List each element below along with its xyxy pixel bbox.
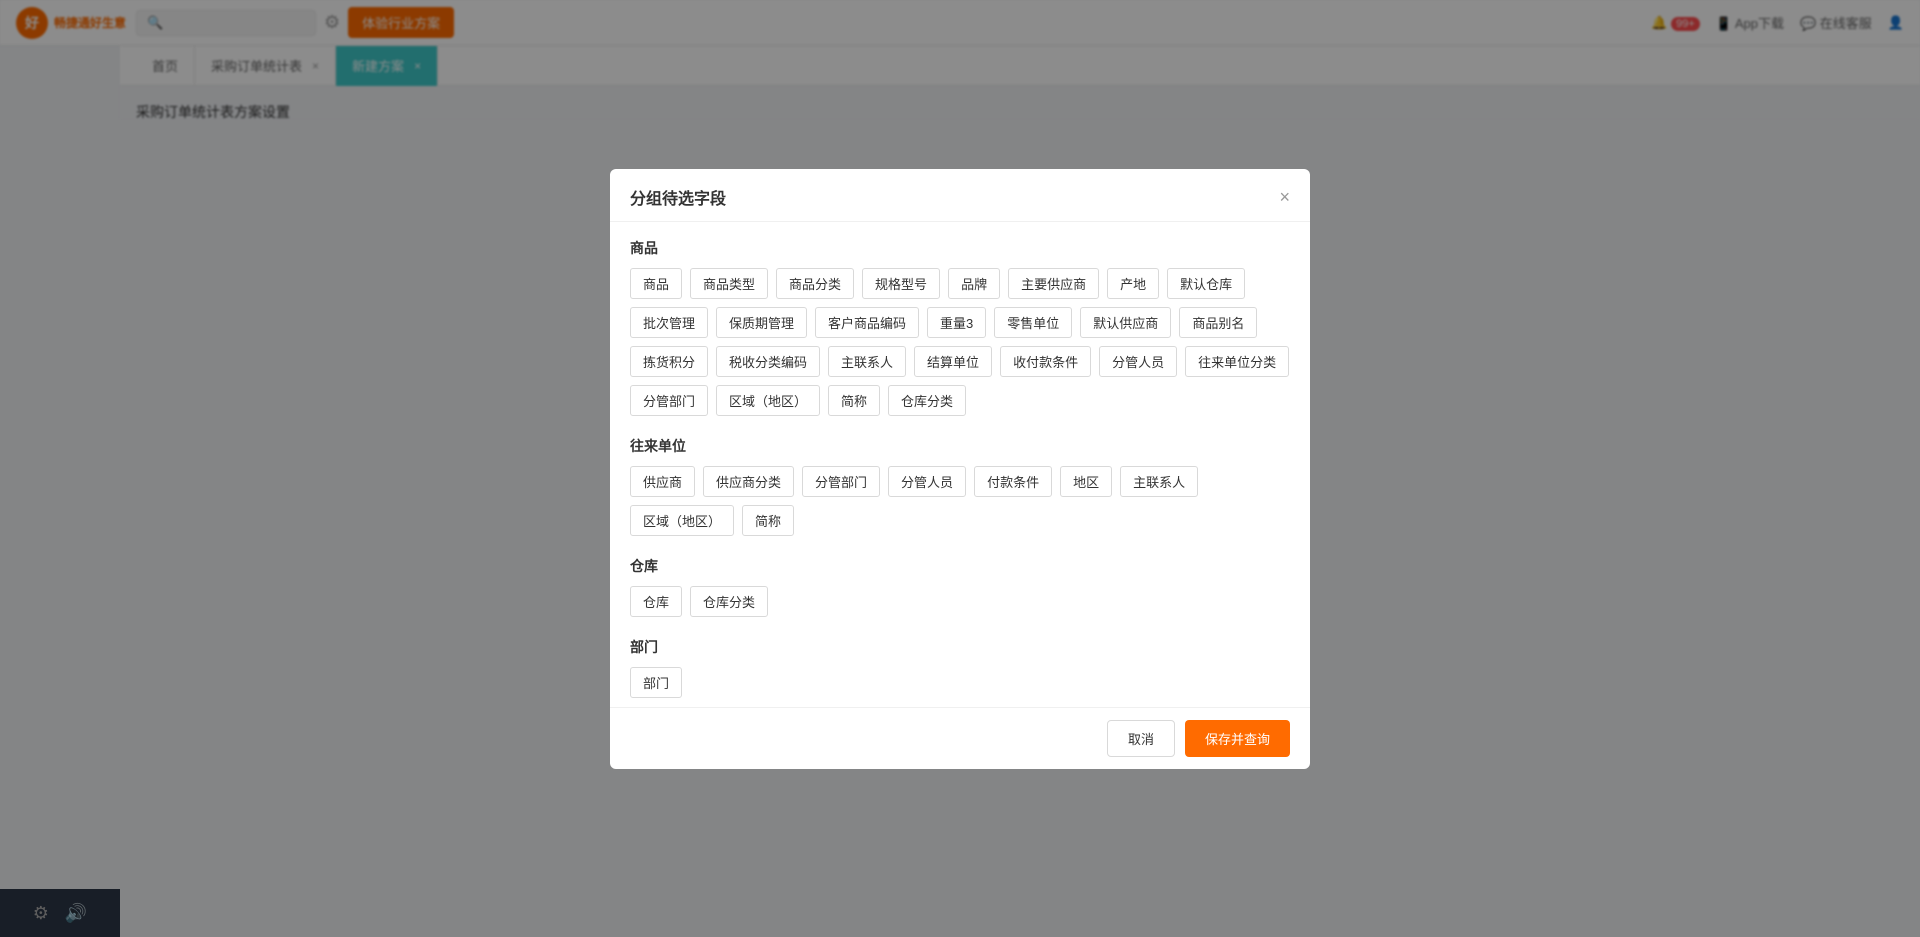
section-warehouse-fields: 仓库 仓库分类: [630, 586, 1290, 617]
field-short-name[interactable]: 简称: [828, 385, 880, 416]
field-brand[interactable]: 品牌: [948, 268, 1000, 299]
field-shelf-life[interactable]: 保质期管理: [716, 307, 807, 338]
section-goods: 商品 商品 商品类型 商品分类 规格型号 品牌 主要供应商 产地 默认仓库 批次…: [630, 238, 1290, 416]
field-payment-terms2[interactable]: 付款条件: [974, 466, 1052, 497]
field-pick-points[interactable]: 拣货积分: [630, 346, 708, 377]
field-main-contact2[interactable]: 主联系人: [1120, 466, 1198, 497]
field-supervisor2[interactable]: 分管人员: [888, 466, 966, 497]
field-partner-category[interactable]: 往来单位分类: [1185, 346, 1289, 377]
field-warehouse-cat[interactable]: 仓库分类: [888, 385, 966, 416]
field-default-supplier[interactable]: 默认供应商: [1080, 307, 1171, 338]
field-goods[interactable]: 商品: [630, 268, 682, 299]
field-goods-category[interactable]: 商品分类: [776, 268, 854, 299]
field-dept[interactable]: 部门: [630, 667, 682, 698]
field-supplier-cat[interactable]: 供应商分类: [703, 466, 794, 497]
field-supplier[interactable]: 供应商: [630, 466, 695, 497]
section-goods-fields: 商品 商品类型 商品分类 规格型号 品牌 主要供应商 产地 默认仓库 批次管理 …: [630, 268, 1290, 416]
field-customer-code[interactable]: 客户商品编码: [815, 307, 919, 338]
modal-header: 分组待选字段 ×: [610, 169, 1310, 222]
field-region-goods[interactable]: 区域（地区）: [716, 385, 820, 416]
field-supervisor[interactable]: 分管人员: [1099, 346, 1177, 377]
cancel-button[interactable]: 取消: [1107, 720, 1175, 757]
modal-body[interactable]: 商品 商品 商品类型 商品分类 规格型号 品牌 主要供应商 产地 默认仓库 批次…: [610, 222, 1310, 707]
field-goods-type[interactable]: 商品类型: [690, 268, 768, 299]
modal-footer: 取消 保存并查询: [610, 707, 1310, 769]
section-partners-fields: 供应商 供应商分类 分管部门 分管人员 付款条件 地区 主联系人 区域（地区） …: [630, 466, 1290, 536]
section-partners-title: 往来单位: [630, 436, 1290, 456]
field-origin[interactable]: 产地: [1107, 268, 1159, 299]
field-selection-modal: 分组待选字段 × 商品 商品 商品类型 商品分类 规格型号 品牌 主要供应商 产…: [610, 169, 1310, 769]
field-main-supplier[interactable]: 主要供应商: [1008, 268, 1099, 299]
field-settlement-unit[interactable]: 结算单位: [914, 346, 992, 377]
section-dept-title: 部门: [630, 637, 1290, 657]
section-dept: 部门 部门: [630, 637, 1290, 698]
field-warehouse[interactable]: 仓库: [630, 586, 682, 617]
modal-overlay: 分组待选字段 × 商品 商品 商品类型 商品分类 规格型号 品牌 主要供应商 产…: [0, 0, 1920, 937]
field-dept-manage2[interactable]: 分管部门: [802, 466, 880, 497]
modal-title: 分组待选字段: [630, 185, 726, 209]
field-short-name2[interactable]: 简称: [742, 505, 794, 536]
section-warehouse-title: 仓库: [630, 556, 1290, 576]
section-goods-title: 商品: [630, 238, 1290, 258]
field-main-contact[interactable]: 主联系人: [828, 346, 906, 377]
field-region-area2[interactable]: 区域（地区）: [630, 505, 734, 536]
field-tax-code[interactable]: 税收分类编码: [716, 346, 820, 377]
field-goods-alias[interactable]: 商品别名: [1179, 307, 1257, 338]
field-spec-model[interactable]: 规格型号: [862, 268, 940, 299]
field-warehouse-category[interactable]: 仓库分类: [690, 586, 768, 617]
modal-close-button[interactable]: ×: [1279, 188, 1290, 206]
field-default-warehouse[interactable]: 默认仓库: [1167, 268, 1245, 299]
confirm-button[interactable]: 保存并查询: [1185, 720, 1290, 757]
section-dept-fields: 部门: [630, 667, 1290, 698]
section-partners: 往来单位 供应商 供应商分类 分管部门 分管人员 付款条件 地区 主联系人 区域…: [630, 436, 1290, 536]
field-payment-terms[interactable]: 收付款条件: [1000, 346, 1091, 377]
field-batch-manage[interactable]: 批次管理: [630, 307, 708, 338]
section-warehouse: 仓库 仓库 仓库分类: [630, 556, 1290, 617]
field-region2[interactable]: 地区: [1060, 466, 1112, 497]
field-retail-unit[interactable]: 零售单位: [994, 307, 1072, 338]
field-weight[interactable]: 重量3: [927, 307, 986, 338]
field-dept-manage[interactable]: 分管部门: [630, 385, 708, 416]
